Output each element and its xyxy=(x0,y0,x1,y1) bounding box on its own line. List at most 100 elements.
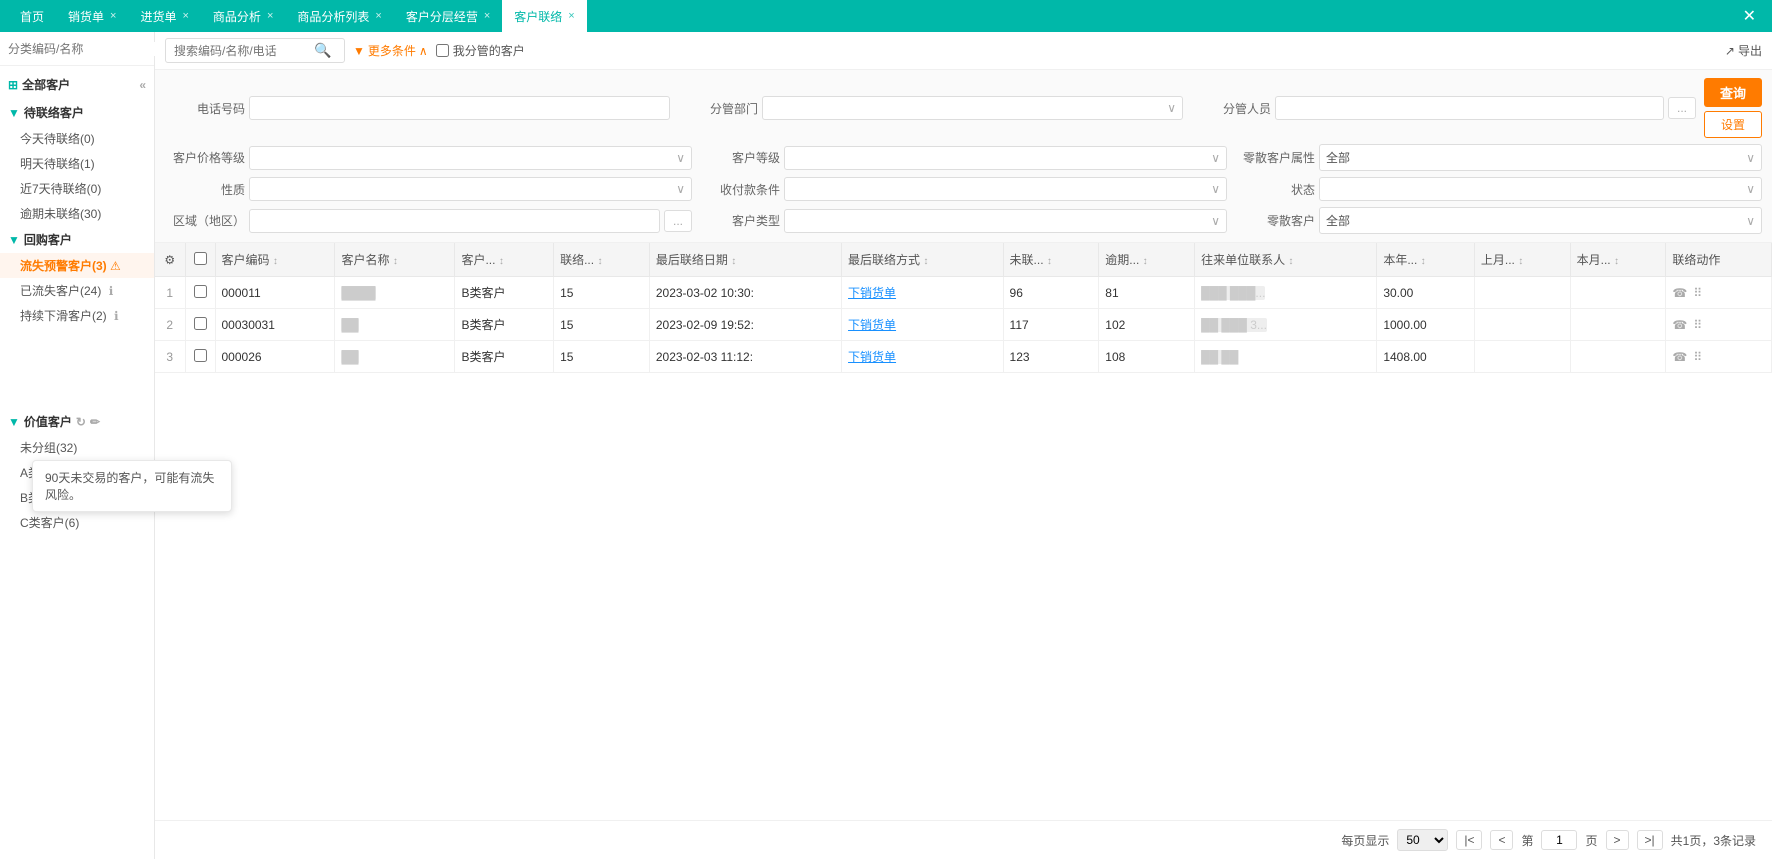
nav-item-home[interactable]: 首页 xyxy=(8,0,56,32)
prev-page-btn[interactable]: < xyxy=(1490,830,1513,850)
customer-table: ⚙ 客户编码 客户名称 客户... xyxy=(155,243,1772,373)
row-name: ██ xyxy=(335,341,455,373)
col-unlisted[interactable]: 未联... xyxy=(1003,243,1099,277)
content-area: 🔍 ▼ 更多条件 ∧ 我分管的客户 ↗ 导出 电话号码 xyxy=(155,32,1772,859)
phone-action-icon[interactable]: ☎ xyxy=(1672,286,1687,300)
arrow-icon: ▼ xyxy=(8,415,20,429)
col-last-month[interactable]: 上月... xyxy=(1474,243,1570,277)
sidebar-all-customers[interactable]: ⊞ 全部客户 « xyxy=(0,70,154,99)
more-conditions-btn[interactable]: ▼ 更多条件 ∧ xyxy=(353,42,428,59)
row-checkbox[interactable] xyxy=(194,285,207,298)
more-action-icon[interactable]: ⠿ xyxy=(1693,286,1702,300)
col-name[interactable]: 客户名称 xyxy=(335,243,455,277)
close-icon[interactable]: × xyxy=(484,10,490,22)
nature-select[interactable]: ∨ xyxy=(249,177,692,201)
payment-select[interactable]: ∨ xyxy=(784,177,1227,201)
close-icon[interactable]: × xyxy=(375,10,381,22)
phone-input[interactable] xyxy=(249,96,670,120)
row-contact-person: ██ ██ xyxy=(1195,341,1377,373)
settings-button[interactable]: 设置 xyxy=(1704,111,1762,138)
nav-item-analysis[interactable]: 商品分析 × xyxy=(201,0,285,32)
col-overdue[interactable]: 逾期... xyxy=(1099,243,1195,277)
row-code: 000011 xyxy=(215,277,335,309)
sidebar-item-tomorrow[interactable]: 明天待联络(1) xyxy=(0,151,154,176)
close-icon[interactable]: × xyxy=(568,10,574,22)
zero-attr-select[interactable]: 全部 ∨ xyxy=(1319,144,1762,171)
sidebar-item-class-c[interactable]: C类客户(6) xyxy=(0,510,154,535)
col-last-method[interactable]: 最后联络方式 xyxy=(842,243,1004,277)
search-submit-icon[interactable]: 🔍 xyxy=(314,42,331,59)
col-this-year[interactable]: 本年... xyxy=(1377,243,1475,277)
sidebar-item-churn-warning[interactable]: 流失预警客户(3) ⚠ xyxy=(0,253,154,278)
row-action: ☎ ⠿ xyxy=(1666,277,1772,309)
row-this-month xyxy=(1570,341,1666,373)
nav-item-sales[interactable]: 销货单 × xyxy=(56,0,128,32)
sidebar-item-declining[interactable]: 持续下滑客户(2) ℹ xyxy=(0,303,154,328)
row-last-date: 2023-02-09 19:52: xyxy=(649,309,841,341)
sidebar-item-overdue[interactable]: 逾期未联络(30) xyxy=(0,201,154,226)
dots-button[interactable]: ... xyxy=(1668,97,1696,119)
nav-item-customer-contact[interactable]: 客户联络 × xyxy=(502,0,586,32)
search-input[interactable] xyxy=(174,44,314,58)
row-overdue: 81 xyxy=(1099,277,1195,309)
edit-icon[interactable]: ✏ xyxy=(90,415,100,429)
customer-type-select[interactable]: ∨ xyxy=(784,209,1227,233)
status-select[interactable]: ∨ xyxy=(1319,177,1762,201)
col-code[interactable]: 客户编码 xyxy=(215,243,335,277)
col-contact-person[interactable]: 往来单位联系人 xyxy=(1195,243,1377,277)
window-close-icon[interactable]: ✕ xyxy=(1735,6,1764,26)
close-icon[interactable]: × xyxy=(267,10,273,22)
sidebar-item-ungrouped[interactable]: 未分组(32) xyxy=(0,435,154,460)
refresh-icon[interactable]: ↻ xyxy=(76,415,86,429)
price-level-select[interactable]: ∨ xyxy=(249,146,692,170)
row-last-month xyxy=(1474,341,1570,373)
region-input[interactable] xyxy=(249,209,660,233)
col-last-date[interactable]: 最后联络日期 xyxy=(649,243,841,277)
col-this-month[interactable]: 本月... xyxy=(1570,243,1666,277)
sidebar-group-pending[interactable]: ▼ 待联络客户 xyxy=(0,99,154,126)
dots-button[interactable]: ... xyxy=(664,210,692,232)
col-type[interactable]: 客户... xyxy=(455,243,554,277)
sidebar-group-repurchase[interactable]: ▼ 回购客户 xyxy=(0,226,154,253)
col-settings[interactable]: ⚙ xyxy=(155,243,185,277)
nav-item-analysis-list[interactable]: 商品分析列表 × xyxy=(285,0,393,32)
close-icon[interactable]: × xyxy=(182,10,188,22)
row-type: B类客户 xyxy=(455,309,554,341)
more-action-icon[interactable]: ⠿ xyxy=(1693,318,1702,332)
sidebar-item-7days[interactable]: 近7天待联络(0) xyxy=(0,176,154,201)
gear-icon[interactable]: ⚙ xyxy=(164,253,175,267)
sidebar-search-input[interactable] xyxy=(8,42,163,56)
last-page-btn[interactable]: >| xyxy=(1637,830,1663,850)
next-page-btn[interactable]: > xyxy=(1606,830,1629,850)
filter-level: 客户等级 ∨ xyxy=(700,146,1227,170)
row-contact-person: ███ ███... xyxy=(1195,277,1377,309)
phone-action-icon[interactable]: ☎ xyxy=(1672,350,1687,364)
per-page-select[interactable]: 50 100 200 xyxy=(1397,829,1448,851)
top-navbar: 首页 销货单 × 进货单 × 商品分析 × 商品分析列表 × 客户分层经营 × … xyxy=(0,0,1772,32)
row-checkbox[interactable] xyxy=(194,317,207,330)
row-num: 1 xyxy=(155,277,185,309)
page-number-input[interactable] xyxy=(1541,830,1577,850)
close-icon[interactable]: × xyxy=(110,10,116,22)
my-customers-checkbox-group: 我分管的客户 xyxy=(436,42,525,59)
row-contact-person: ██ ███ 3... xyxy=(1195,309,1377,341)
export-button[interactable]: ↗ 导出 xyxy=(1725,42,1762,59)
row-checkbox[interactable] xyxy=(194,349,207,362)
query-button[interactable]: 查询 xyxy=(1704,78,1762,107)
zero-customer-select[interactable]: 全部 ∨ xyxy=(1319,207,1762,234)
level-select[interactable]: ∨ xyxy=(784,146,1227,170)
manager-input[interactable] xyxy=(1275,96,1664,120)
col-contact-count[interactable]: 联络... xyxy=(554,243,650,277)
select-all-checkbox[interactable] xyxy=(194,252,207,265)
dept-select[interactable]: ∨ xyxy=(762,96,1183,120)
first-page-btn[interactable]: |< xyxy=(1456,830,1482,850)
sidebar-item-churned[interactable]: 已流失客户(24) ℹ xyxy=(0,278,154,303)
my-customers-checkbox[interactable] xyxy=(436,44,449,57)
nav-item-customer-mgmt[interactable]: 客户分层经营 × xyxy=(394,0,502,32)
filter-row-1: 电话号码 分管部门 ∨ 分管人员 ... 查询 设置 xyxy=(165,78,1762,138)
more-action-icon[interactable]: ⠿ xyxy=(1693,350,1702,364)
sidebar-group-value[interactable]: ▼ 价值客户 ↻ ✏ xyxy=(0,408,154,435)
nav-item-purchase[interactable]: 进货单 × xyxy=(128,0,200,32)
sidebar-item-today[interactable]: 今天待联络(0) xyxy=(0,126,154,151)
phone-action-icon[interactable]: ☎ xyxy=(1672,318,1687,332)
